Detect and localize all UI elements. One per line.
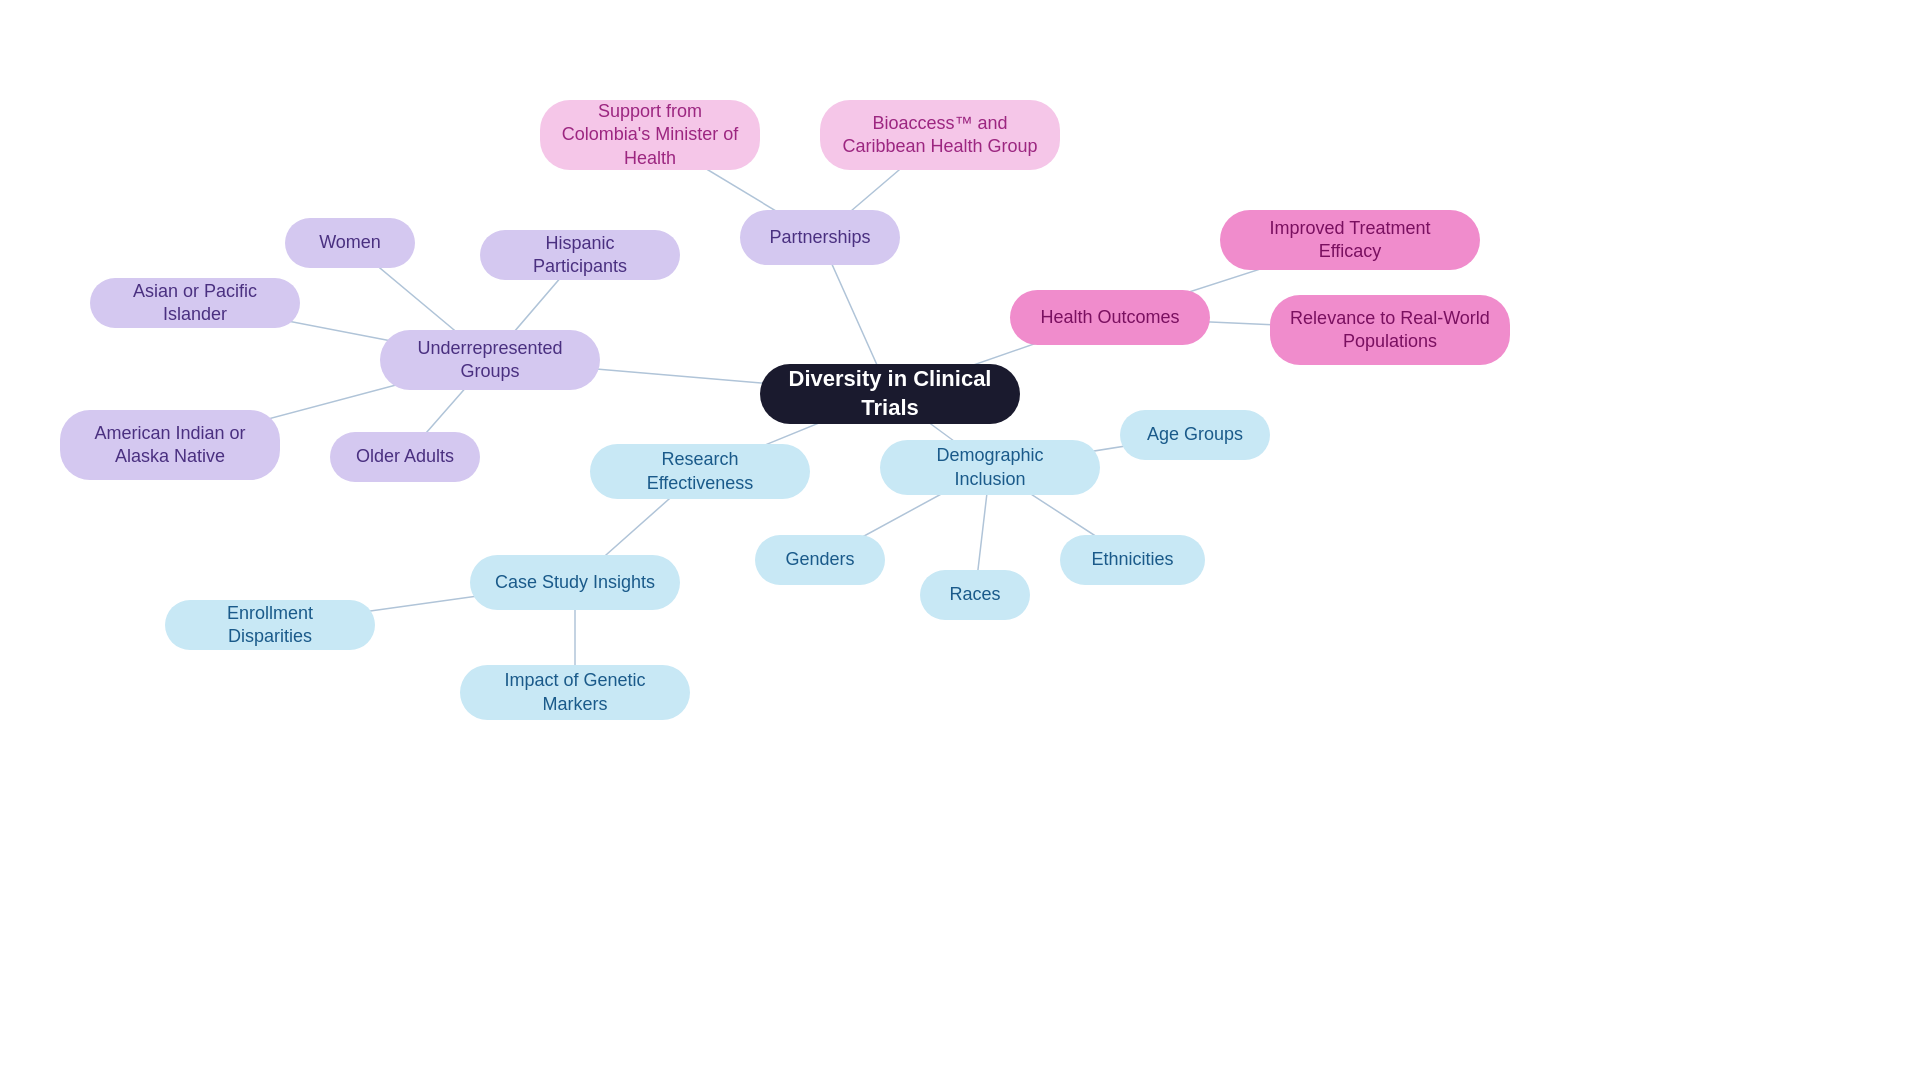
genders-node: Genders <box>755 535 885 585</box>
improved-treatment-node: Improved Treatment Efficacy <box>1220 210 1480 270</box>
age-groups-node: Age Groups <box>1120 410 1270 460</box>
women-node: Women <box>285 218 415 268</box>
asian-node: Asian or Pacific Islander <box>90 278 300 328</box>
hispanic-node: Hispanic Participants <box>480 230 680 280</box>
american-indian-node: American Indian or Alaska Native <box>60 410 280 480</box>
races-node: Races <box>920 570 1030 620</box>
underrepresented-node: Underrepresented Groups <box>380 330 600 390</box>
ethnicities-node: Ethnicities <box>1060 535 1205 585</box>
older-adults-node: Older Adults <box>330 432 480 482</box>
case-study-node: Case Study Insights <box>470 555 680 610</box>
research-node: Research Effectiveness <box>590 444 810 499</box>
demographic-node: Demographic Inclusion <box>880 440 1100 495</box>
relevance-node: Relevance to Real-World Populations <box>1270 295 1510 365</box>
colombia-node: Support from Colombia's Minister of Heal… <box>540 100 760 170</box>
enrollment-node: Enrollment Disparities <box>165 600 375 650</box>
genetic-node: Impact of Genetic Markers <box>460 665 690 720</box>
partnerships-node: Partnerships <box>740 210 900 265</box>
health-outcomes-node: Health Outcomes <box>1010 290 1210 345</box>
bioaccess-node: Bioaccess™ and Caribbean Health Group <box>820 100 1060 170</box>
center-node: Diversity in Clinical Trials <box>760 364 1020 424</box>
